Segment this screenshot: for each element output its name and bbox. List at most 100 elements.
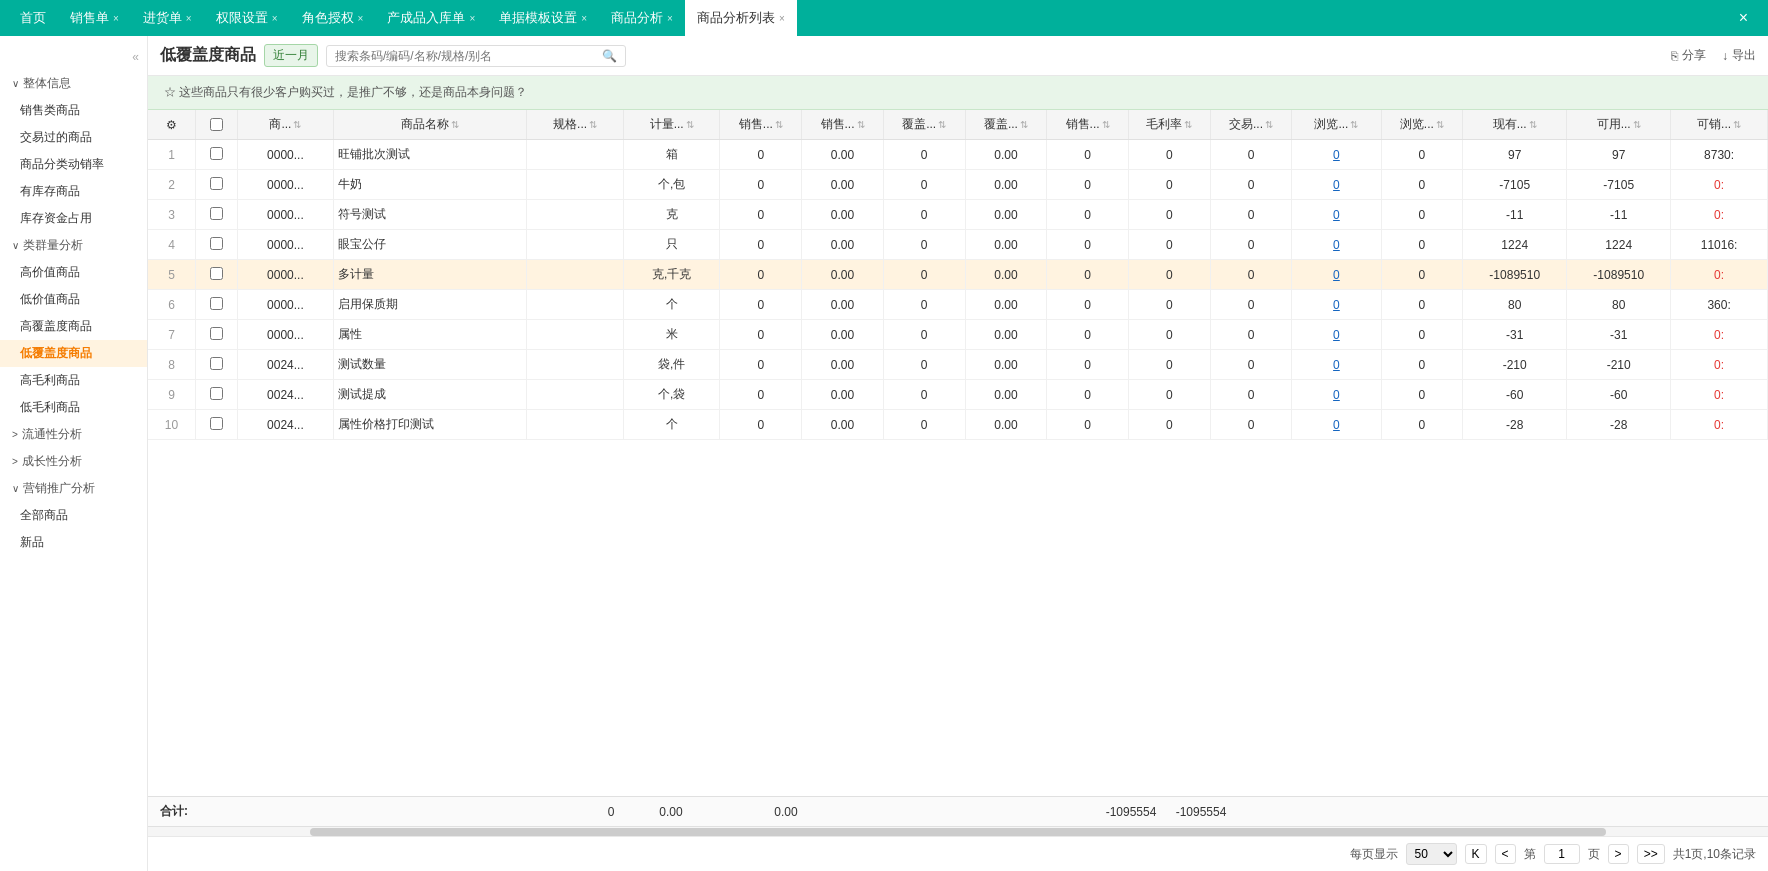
cell-current: -60	[1463, 380, 1567, 410]
sidebar-item-sales-goods[interactable]: 销售类商品	[0, 97, 147, 124]
cell-browse1[interactable]: 0	[1292, 140, 1381, 170]
sidebar-section-overview[interactable]: ∨ 整体信息	[0, 70, 147, 97]
cell-checkbox[interactable]	[196, 320, 238, 350]
sidebar-item-new-goods[interactable]: 新品	[0, 529, 147, 556]
cell-checkbox[interactable]	[196, 200, 238, 230]
table-container[interactable]: ⚙ 商...⇅ 商品名称⇅ 规格...⇅	[148, 110, 1768, 796]
nav-item-purchase[interactable]: 进货单 ×	[131, 0, 204, 36]
nav-item-analysis[interactable]: 商品分析 ×	[599, 0, 685, 36]
col-settings[interactable]: ⚙	[148, 110, 196, 140]
col-available[interactable]: 可用...⇅	[1567, 110, 1671, 140]
nav-close-roles[interactable]: ×	[358, 13, 364, 24]
col-current-stock[interactable]: 现有...⇅	[1463, 110, 1567, 140]
cell-browse1[interactable]: 0	[1292, 350, 1381, 380]
nav-item-roles[interactable]: 角色授权 ×	[290, 0, 376, 36]
page-number-input[interactable]	[1544, 844, 1580, 864]
col-cov1[interactable]: 覆盖...⇅	[883, 110, 965, 140]
row-checkbox[interactable]	[210, 177, 223, 190]
next-page-button[interactable]: >	[1608, 844, 1629, 864]
col-checkbox[interactable]	[196, 110, 238, 140]
col-spec[interactable]: 规格...⇅	[527, 110, 624, 140]
cell-browse1[interactable]: 0	[1292, 170, 1381, 200]
window-close-button[interactable]: ×	[1727, 9, 1760, 27]
nav-close-products[interactable]: ×	[469, 13, 475, 24]
select-all-checkbox[interactable]	[210, 118, 223, 131]
col-sales-qty[interactable]: 销售...⇅	[720, 110, 802, 140]
col-sales3[interactable]: 销售...⇅	[1047, 110, 1129, 140]
nav-item-sales[interactable]: 销售单 ×	[58, 0, 131, 36]
search-input[interactable]	[335, 49, 598, 63]
cell-browse1[interactable]: 0	[1292, 290, 1381, 320]
cell-checkbox[interactable]	[196, 260, 238, 290]
col-sellable[interactable]: 可销...⇅	[1671, 110, 1768, 140]
sidebar-item-high-margin[interactable]: 高毛利商品	[0, 367, 147, 394]
cell-browse1[interactable]: 0	[1292, 230, 1381, 260]
export-button[interactable]: ↓ 导出	[1722, 47, 1756, 64]
row-checkbox[interactable]	[210, 387, 223, 400]
sidebar-section-cluster[interactable]: ∨ 类群量分析	[0, 232, 147, 259]
sidebar-collapse-button[interactable]: «	[0, 44, 147, 70]
sidebar-item-all-goods[interactable]: 全部商品	[0, 502, 147, 529]
col-cov2[interactable]: 覆盖...⇅	[965, 110, 1047, 140]
nav-close-analysis[interactable]: ×	[667, 13, 673, 24]
nav-close-permissions[interactable]: ×	[272, 13, 278, 24]
nav-close-templates[interactable]: ×	[581, 13, 587, 24]
cell-browse1[interactable]: 0	[1292, 260, 1381, 290]
row-checkbox[interactable]	[210, 147, 223, 160]
last-page-button[interactable]: >>	[1637, 844, 1665, 864]
period-badge[interactable]: 近一月	[264, 44, 318, 67]
nav-item-permissions[interactable]: 权限设置 ×	[204, 0, 290, 36]
nav-item-products[interactable]: 产成品入库单 ×	[375, 0, 487, 36]
sidebar-item-low-value[interactable]: 低价值商品	[0, 286, 147, 313]
first-page-button[interactable]: K	[1465, 844, 1487, 864]
row-checkbox[interactable]	[210, 207, 223, 220]
col-browse1[interactable]: 浏览...⇅	[1292, 110, 1381, 140]
col-name[interactable]: 商品名称⇅	[334, 110, 527, 140]
col-gross-rate[interactable]: 毛利率⇅	[1128, 110, 1210, 140]
share-button[interactable]: ⎘ 分享	[1671, 47, 1706, 64]
nav-close-sales[interactable]: ×	[113, 13, 119, 24]
search-icon[interactable]: 🔍	[602, 49, 617, 63]
nav-item-analysis-list[interactable]: 商品分析列表 ×	[685, 0, 797, 36]
cell-checkbox[interactable]	[196, 380, 238, 410]
horizontal-scrollbar[interactable]	[148, 826, 1768, 836]
row-checkbox[interactable]	[210, 417, 223, 430]
cell-checkbox[interactable]	[196, 350, 238, 380]
sidebar-item-high-coverage[interactable]: 高覆盖度商品	[0, 313, 147, 340]
cell-browse1[interactable]: 0	[1292, 200, 1381, 230]
row-checkbox[interactable]	[210, 237, 223, 250]
cell-browse1[interactable]: 0	[1292, 410, 1381, 440]
row-checkbox[interactable]	[210, 267, 223, 280]
cell-browse1[interactable]: 0	[1292, 380, 1381, 410]
cell-browse1[interactable]: 0	[1292, 320, 1381, 350]
nav-item-templates[interactable]: 单据模板设置 ×	[487, 0, 599, 36]
sidebar-section-marketing[interactable]: ∨ 营销推广分析	[0, 475, 147, 502]
nav-close-purchase[interactable]: ×	[186, 13, 192, 24]
sidebar-section-growth[interactable]: > 成长性分析	[0, 448, 147, 475]
sidebar-item-low-margin[interactable]: 低毛利商品	[0, 394, 147, 421]
page-size-select[interactable]: 50 10 20 100	[1406, 843, 1457, 865]
col-trans[interactable]: 交易...⇅	[1210, 110, 1292, 140]
sidebar-item-stocked-goods[interactable]: 有库存商品	[0, 178, 147, 205]
cell-checkbox[interactable]	[196, 410, 238, 440]
row-checkbox[interactable]	[210, 357, 223, 370]
prev-page-button[interactable]: <	[1495, 844, 1516, 864]
cell-checkbox[interactable]	[196, 170, 238, 200]
col-sales-amt[interactable]: 销售...⇅	[802, 110, 884, 140]
sidebar-item-traded-goods[interactable]: 交易过的商品	[0, 124, 147, 151]
cell-checkbox[interactable]	[196, 140, 238, 170]
col-code[interactable]: 商...⇅	[237, 110, 334, 140]
row-checkbox[interactable]	[210, 327, 223, 340]
sidebar-item-category-rate[interactable]: 商品分类动销率	[0, 151, 147, 178]
col-browse2[interactable]: 浏览...⇅	[1381, 110, 1463, 140]
sidebar-item-high-value[interactable]: 高价值商品	[0, 259, 147, 286]
nav-close-analysis-list[interactable]: ×	[779, 13, 785, 24]
sidebar-item-capital[interactable]: 库存资金占用	[0, 205, 147, 232]
nav-item-home[interactable]: 首页	[8, 0, 58, 36]
col-unit[interactable]: 计量...⇅	[623, 110, 720, 140]
sidebar-section-circulation[interactable]: > 流通性分析	[0, 421, 147, 448]
cell-checkbox[interactable]	[196, 230, 238, 260]
cell-checkbox[interactable]	[196, 290, 238, 320]
sidebar-item-low-coverage[interactable]: 低覆盖度商品	[0, 340, 147, 367]
row-checkbox[interactable]	[210, 297, 223, 310]
